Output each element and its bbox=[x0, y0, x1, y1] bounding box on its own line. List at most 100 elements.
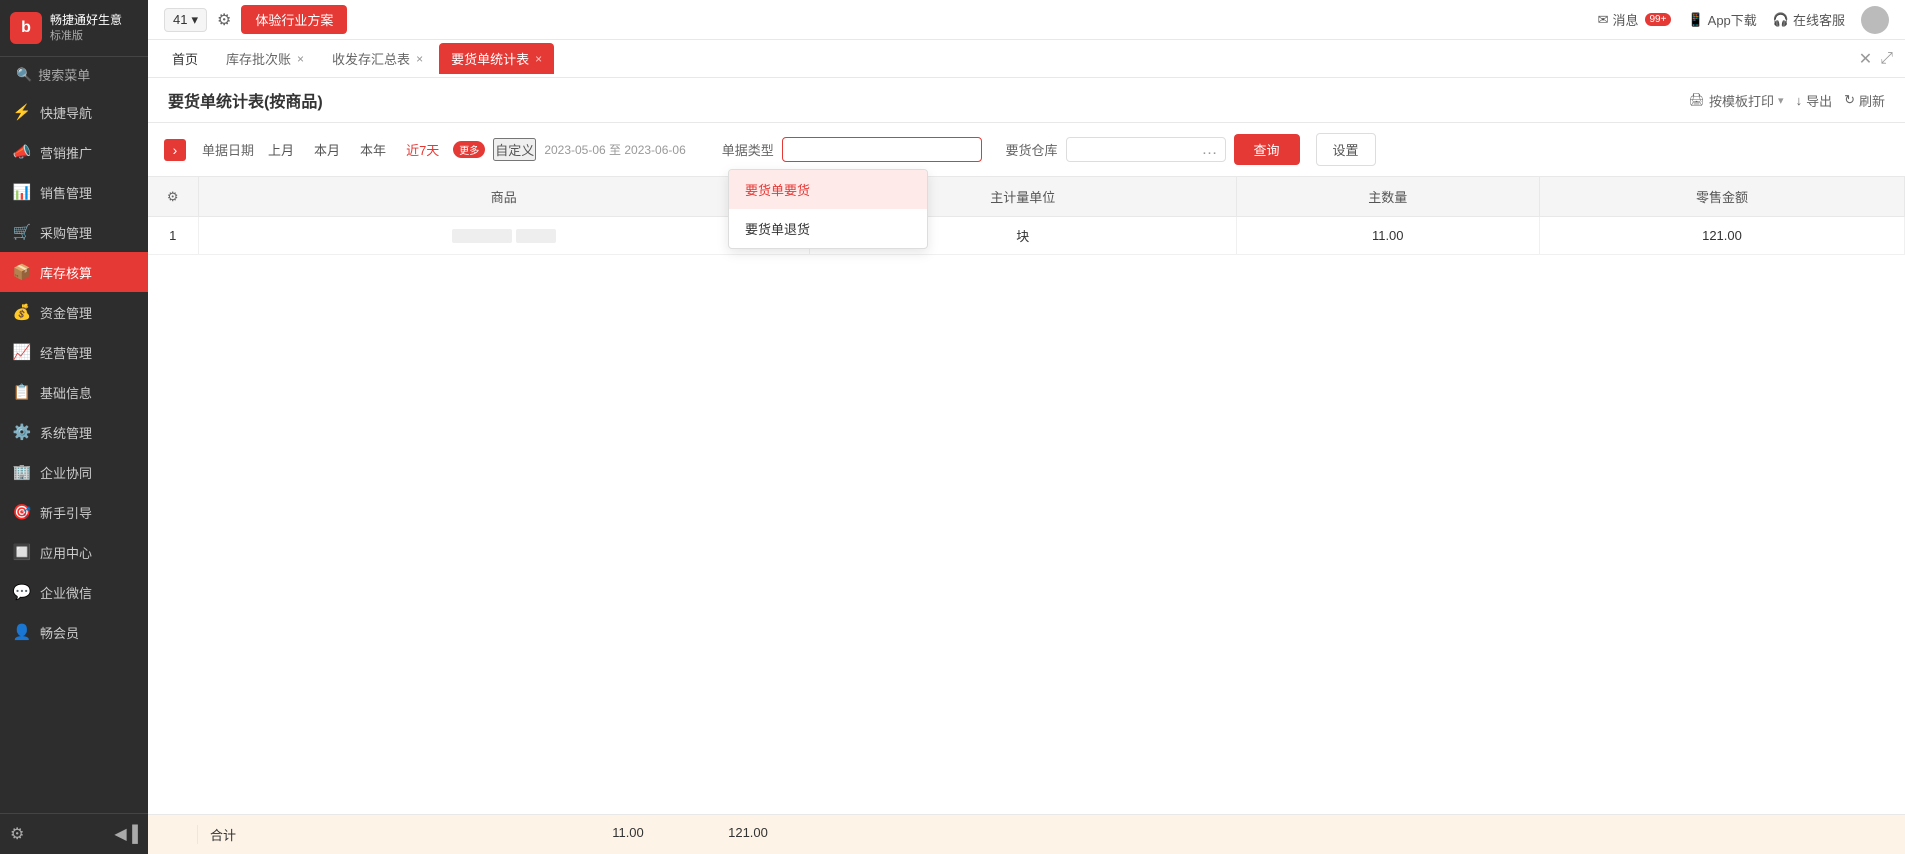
sidebar-item-label: 企业微信 bbox=[40, 583, 92, 602]
app-download-item[interactable]: 📱 App下载 bbox=[1687, 10, 1756, 29]
online-service-item[interactable]: 🎧 在线客服 bbox=[1773, 10, 1845, 29]
print-button[interactable]: 🖨 按模板打印 ▾ bbox=[1689, 91, 1784, 110]
custom-date-btn[interactable]: 自定义 bbox=[493, 138, 536, 161]
purchase-icon: 🛒 bbox=[12, 222, 32, 242]
close-all-icon[interactable]: ✕ bbox=[1859, 49, 1872, 69]
column-qty: 主数量 bbox=[1236, 177, 1539, 217]
messages-icon: ✉ bbox=[1598, 12, 1609, 28]
trial-button[interactable]: 体验行业方案 bbox=[241, 5, 347, 34]
type-filter-group: 单据类型 ∧ bbox=[722, 137, 970, 162]
sidebar-item-label: 畅会员 bbox=[40, 623, 79, 642]
page-header: 要货单统计表(按商品) 🖨 按模板打印 ▾ ↓ 导出 ↻ 刷新 bbox=[148, 78, 1905, 123]
top-bar: 41 ▾ ⚙ 体验行业方案 ✉ 消息 99+ 📱 App下载 🎧 在线客服 bbox=[148, 0, 1905, 40]
sidebar-item-operations[interactable]: 📈 经营管理 bbox=[0, 332, 148, 372]
footer-qty: 11.00 bbox=[568, 825, 688, 844]
sidebar-item-basic[interactable]: 📋 基础信息 bbox=[0, 372, 148, 412]
quick-nav-icon: ⚡ bbox=[12, 102, 32, 122]
last-7-days-btn[interactable]: 近7天 bbox=[400, 138, 445, 161]
sidebar-item-sales[interactable]: 📊 销售管理 bbox=[0, 172, 148, 212]
sidebar-item-quick-nav[interactable]: ⚡ 快捷导航 bbox=[0, 92, 148, 132]
dropdown-item-label: 要货单退货 bbox=[745, 222, 810, 237]
column-settings-th[interactable]: ⚙ bbox=[148, 177, 198, 217]
page-title: 要货单统计表(按商品) bbox=[168, 88, 323, 112]
sidebar-item-label: 应用中心 bbox=[40, 543, 92, 562]
dropdown-arrow-icon: ▾ bbox=[191, 12, 198, 28]
store-selector[interactable]: 41 ▾ bbox=[164, 8, 207, 32]
sidebar-item-label: 营销推广 bbox=[40, 143, 92, 162]
sidebar-item-label: 采购管理 bbox=[40, 223, 92, 242]
export-label: 导出 bbox=[1806, 91, 1832, 110]
filter-settings-button[interactable]: 设置 bbox=[1316, 133, 1376, 166]
enterprise-icon: 🏢 bbox=[12, 462, 32, 482]
tab-inventory-batch[interactable]: 库存批次账 × bbox=[214, 43, 316, 74]
filter-toggle-button[interactable]: › bbox=[164, 139, 186, 161]
footer-empty bbox=[148, 825, 198, 844]
tab-home[interactable]: 首页 bbox=[160, 43, 210, 74]
member-icon: 👤 bbox=[12, 622, 32, 642]
refresh-label: 刷新 bbox=[1859, 91, 1885, 110]
sidebar-item-wechat[interactable]: 💬 企业微信 bbox=[0, 572, 148, 612]
logo-sub: 标准版 bbox=[50, 29, 122, 43]
close-order-summary-icon[interactable]: × bbox=[535, 52, 542, 66]
last-month-btn[interactable]: 上月 bbox=[262, 138, 300, 161]
tab-order-summary[interactable]: 要货单统计表 × bbox=[439, 43, 554, 74]
basic-icon: 📋 bbox=[12, 382, 32, 402]
this-month-btn[interactable]: 本月 bbox=[308, 138, 346, 161]
date-label: 单据日期 bbox=[202, 140, 254, 159]
qty-cell: 11.00 bbox=[1236, 217, 1539, 255]
sidebar-item-label: 基础信息 bbox=[40, 383, 92, 402]
sidebar-item-marketing[interactable]: 📣 营销推广 bbox=[0, 132, 148, 172]
query-button[interactable]: 查询 bbox=[1234, 134, 1300, 165]
column-product: 商品 bbox=[198, 177, 809, 217]
type-input[interactable] bbox=[782, 137, 982, 162]
messages-badge: 99+ bbox=[1645, 13, 1672, 26]
sidebar-item-finance[interactable]: 💰 资金管理 bbox=[0, 292, 148, 332]
tab-actions: ✕ ⤢ bbox=[1859, 49, 1893, 69]
collapse-icon[interactable]: ◀▐ bbox=[114, 824, 138, 844]
sidebar-item-label: 快捷导航 bbox=[40, 103, 92, 122]
dropdown-item-1[interactable]: 要货单退货 bbox=[729, 209, 927, 248]
sidebar-item-enterprise[interactable]: 🏢 企业协同 bbox=[0, 452, 148, 492]
tab-order-summary-label: 要货单统计表 bbox=[451, 49, 529, 68]
maximize-icon[interactable]: ⤢ bbox=[1880, 50, 1893, 68]
page-content: 要货单统计表(按商品) 🖨 按模板打印 ▾ ↓ 导出 ↻ 刷新 › bbox=[148, 78, 1905, 854]
sidebar-item-member[interactable]: 👤 畅会员 bbox=[0, 612, 148, 652]
search-label: 搜索菜单 bbox=[38, 65, 90, 84]
online-service-label: 在线客服 bbox=[1793, 10, 1845, 29]
column-amount: 零售金额 bbox=[1539, 177, 1904, 217]
logo-icon: b bbox=[10, 12, 42, 44]
settings-bottom-icon[interactable]: ⚙ bbox=[10, 824, 24, 844]
more-dates-badge[interactable]: 更多 bbox=[453, 141, 485, 158]
sidebar-item-inventory[interactable]: 📦 库存核算 bbox=[0, 252, 148, 292]
sidebar-item-system[interactable]: ⚙️ 系统管理 bbox=[0, 412, 148, 452]
sidebar-item-apps[interactable]: 🔲 应用中心 bbox=[0, 532, 148, 572]
amount-cell: 121.00 bbox=[1539, 217, 1904, 255]
close-inventory-batch-icon[interactable]: × bbox=[297, 52, 304, 66]
type-label: 单据类型 bbox=[722, 140, 774, 159]
refresh-button[interactable]: ↻ 刷新 bbox=[1844, 91, 1885, 110]
sidebar-item-purchase[interactable]: 🛒 采购管理 bbox=[0, 212, 148, 252]
inventory-icon: 📦 bbox=[12, 262, 32, 282]
tab-receive-summary[interactable]: 收发存汇总表 × bbox=[320, 43, 435, 74]
tab-receive-summary-label: 收发存汇总表 bbox=[332, 49, 410, 68]
messages-item[interactable]: ✉ 消息 99+ bbox=[1598, 10, 1672, 29]
guide-icon: 🎯 bbox=[12, 502, 32, 522]
close-receive-summary-icon[interactable]: × bbox=[416, 52, 423, 66]
dropdown-item-0[interactable]: 要货单要货 bbox=[729, 170, 927, 209]
product-cell bbox=[198, 217, 809, 255]
warehouse-more-icon[interactable]: … bbox=[1202, 141, 1218, 159]
logo-name: 畅捷通好生意 bbox=[50, 13, 122, 29]
printer-icon: 🖨 bbox=[1689, 92, 1706, 108]
this-year-btn[interactable]: 本年 bbox=[354, 138, 392, 161]
user-avatar[interactable] bbox=[1861, 6, 1889, 34]
topbar-settings-icon[interactable]: ⚙ bbox=[217, 10, 231, 30]
sidebar-item-guide[interactable]: 🎯 新手引导 bbox=[0, 492, 148, 532]
product-placeholder-2 bbox=[516, 229, 556, 243]
tab-home-label: 首页 bbox=[172, 49, 198, 68]
sidebar-search[interactable]: 🔍 搜索菜单 bbox=[0, 57, 148, 92]
export-button[interactable]: ↓ 导出 bbox=[1796, 91, 1833, 110]
system-icon: ⚙️ bbox=[12, 422, 32, 442]
sidebar-item-label: 经营管理 bbox=[40, 343, 92, 362]
date-range-display: 2023-05-06 至 2023-06-06 bbox=[544, 141, 685, 158]
date-filter-group: 单据日期 上月 本月 本年 近7天 更多 自定义 2023-05-06 至 20… bbox=[202, 138, 686, 161]
